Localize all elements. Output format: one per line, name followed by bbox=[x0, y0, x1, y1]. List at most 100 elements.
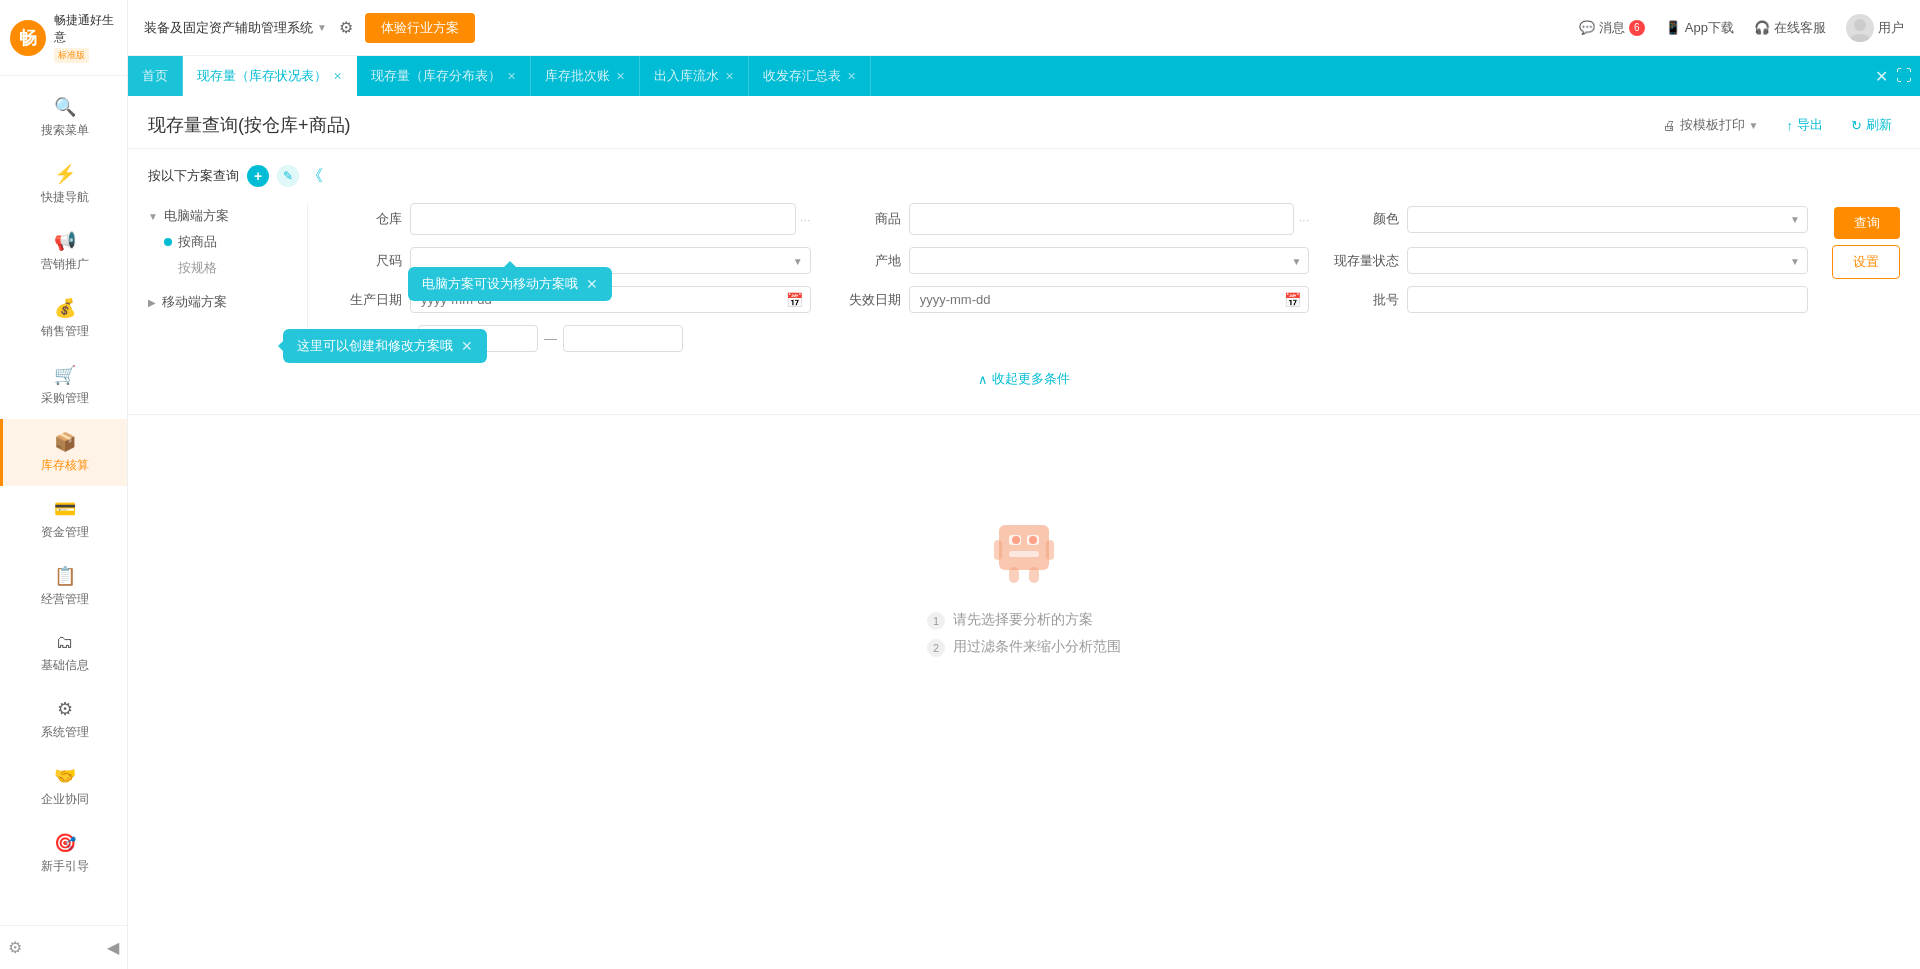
tab-inventory-status[interactable]: 现存量（库存状况表） ✕ bbox=[183, 56, 357, 96]
batch-input[interactable] bbox=[1407, 286, 1808, 313]
finance-icon: 💳 bbox=[54, 498, 76, 520]
scheme-mobile[interactable]: ▶ 移动端方案 bbox=[148, 289, 291, 315]
stock-qty-max-input[interactable] bbox=[563, 325, 683, 352]
origin-select[interactable] bbox=[909, 247, 1310, 274]
filter-back-btn[interactable]: 《 bbox=[307, 166, 323, 187]
sidebar-item-guide[interactable]: 🎯 新手引导 bbox=[0, 820, 127, 887]
warehouse-dots[interactable]: ··· bbox=[800, 212, 811, 227]
tab-inout-flow[interactable]: 出入库流水 ✕ bbox=[640, 56, 749, 96]
filter-edit-btn[interactable]: ✎ bbox=[277, 165, 299, 187]
filter-label: 按以下方案查询 bbox=[148, 167, 239, 185]
tab-home[interactable]: 首页 bbox=[128, 56, 183, 96]
industry-btn[interactable]: 体验行业方案 bbox=[365, 13, 475, 43]
scheme-by-goods-label: 按商品 bbox=[178, 233, 217, 251]
tab-close-all-btn[interactable]: ✕ bbox=[1875, 67, 1888, 86]
expire-date-input[interactable] bbox=[909, 286, 1310, 313]
scheme-by-goods[interactable]: 按商品 bbox=[164, 229, 291, 255]
sidebar-item-operation[interactable]: 📋 经营管理 bbox=[0, 553, 127, 620]
tab-collect-summary-label: 收发存汇总表 bbox=[763, 67, 841, 85]
search-btn-group: 查询 设置 bbox=[1832, 203, 1900, 360]
empty-steps-list: 1 请先选择要分析的方案 2 用过滤条件来缩小分析范围 bbox=[927, 611, 1121, 665]
stock-status-select[interactable] bbox=[1407, 247, 1808, 274]
scheme-mobile-label: 移动端方案 bbox=[162, 293, 227, 311]
goods-input[interactable] bbox=[909, 203, 1295, 235]
sidebar-item-search-label: 搜索菜单 bbox=[41, 122, 89, 139]
main-content: 现存量查询(按仓库+商品) 🖨 按模板打印 ▼ ↑ 导出 ↻ 刷新 bbox=[128, 96, 1920, 969]
tab-inventory-status-close[interactable]: ✕ bbox=[333, 70, 342, 83]
export-btn[interactable]: ↑ 导出 bbox=[1779, 112, 1832, 138]
svg-point-10 bbox=[1012, 536, 1020, 544]
header-left: 装备及固定资产辅助管理系统 ▼ ⚙ 体验行业方案 bbox=[144, 13, 475, 43]
produce-date-calendar-icon[interactable]: 📅 bbox=[786, 292, 803, 308]
sidebar-item-guide-label: 新手引导 bbox=[41, 858, 89, 875]
tooltip-scheme-mobile-text: 电脑方案可设为移动方案哦 bbox=[422, 275, 578, 293]
tooltip-scheme-mobile-close[interactable]: ✕ bbox=[586, 276, 598, 292]
stock-qty-range: — bbox=[418, 325, 1808, 352]
filter-add-btn[interactable]: + bbox=[247, 165, 269, 187]
filter-warehouse: 仓库 ··· bbox=[332, 203, 811, 235]
filter-expire-date: 失效日期 📅 bbox=[831, 286, 1310, 313]
collapse-bar[interactable]: ∧ 收起更多条件 bbox=[148, 360, 1900, 398]
online-support-label: 在线客服 bbox=[1774, 19, 1826, 37]
color-select[interactable] bbox=[1407, 206, 1808, 233]
filter-section: 按以下方案查询 + ✎ 《 电脑方案可设为移动方案哦 ✕ 这里可以创建和修改方案… bbox=[128, 149, 1920, 415]
tab-collect-summary-close[interactable]: ✕ bbox=[847, 70, 856, 83]
page-actions: 🖨 按模板打印 ▼ ↑ 导出 ↻ 刷新 bbox=[1655, 112, 1900, 138]
sidebar-item-quick-nav[interactable]: ⚡ 快捷导航 bbox=[0, 151, 127, 218]
sidebar-item-purchase[interactable]: 🛒 采购管理 bbox=[0, 352, 127, 419]
goods-dots[interactable]: ··· bbox=[1298, 212, 1309, 227]
sidebar-item-system[interactable]: ⚙ 系统管理 bbox=[0, 686, 127, 753]
print-dropdown-icon: ▼ bbox=[1749, 120, 1759, 131]
sidebar-item-quick-nav-label: 快捷导航 bbox=[41, 189, 89, 206]
scheme-desktop[interactable]: ▼ 电脑端方案 bbox=[148, 203, 291, 229]
sidebar-item-enterprise[interactable]: 🤝 企业协同 bbox=[0, 753, 127, 820]
search-btn[interactable]: 查询 bbox=[1834, 207, 1900, 239]
reset-btn[interactable]: 设置 bbox=[1832, 245, 1900, 279]
tab-collect-summary[interactable]: 收发存汇总表 ✕ bbox=[749, 56, 871, 96]
marketing-icon: 📢 bbox=[54, 230, 76, 252]
tooltip-scheme-create-close[interactable]: ✕ bbox=[461, 338, 473, 354]
sidebar-settings-btn[interactable]: ⚙ bbox=[8, 938, 22, 957]
sidebar-item-search[interactable]: 🔍 搜索菜单 bbox=[0, 84, 127, 151]
logo-icon: 畅 bbox=[10, 20, 46, 56]
batch-label: 批号 bbox=[1329, 291, 1399, 309]
sidebar-item-purchase-label: 采购管理 bbox=[41, 390, 89, 407]
empty-illustration bbox=[974, 495, 1074, 595]
scheme-by-spec-label: 按规格 bbox=[164, 259, 217, 277]
sidebar-item-finance-label: 资金管理 bbox=[41, 524, 89, 541]
tab-inventory-dist-close[interactable]: ✕ bbox=[507, 70, 516, 83]
tab-batch-account[interactable]: 库存批次账 ✕ bbox=[531, 56, 640, 96]
tab-inout-flow-close[interactable]: ✕ bbox=[725, 70, 734, 83]
tooltip-scheme-create: 这里可以创建和修改方案哦 ✕ bbox=[283, 329, 487, 363]
messages-action[interactable]: 💬 消息 6 bbox=[1579, 19, 1645, 37]
inventory-icon: 📦 bbox=[54, 431, 76, 453]
stock-status-label: 现存量状态 bbox=[1329, 252, 1399, 270]
system-name-select[interactable]: 装备及固定资产辅助管理系统 ▼ bbox=[144, 19, 327, 37]
header-gear-icon[interactable]: ⚙ bbox=[339, 18, 353, 37]
expire-date-calendar-icon[interactable]: 📅 bbox=[1284, 292, 1301, 308]
print-btn[interactable]: 🖨 按模板打印 ▼ bbox=[1655, 112, 1767, 138]
sidebar-item-system-label: 系统管理 bbox=[41, 724, 89, 741]
warehouse-input[interactable] bbox=[410, 203, 796, 235]
sidebar-collapse-btn[interactable]: ◀ bbox=[107, 938, 119, 957]
svg-point-11 bbox=[1029, 536, 1037, 544]
sidebar-item-sales[interactable]: 💰 销售管理 bbox=[0, 285, 127, 352]
scheme-by-spec[interactable]: 按规格 bbox=[164, 255, 291, 281]
online-support-action[interactable]: 🎧 在线客服 bbox=[1754, 19, 1826, 37]
app-download-action[interactable]: 📱 App下载 bbox=[1665, 19, 1734, 37]
tab-inout-flow-label: 出入库流水 bbox=[654, 67, 719, 85]
sidebar-item-marketing[interactable]: 📢 营销推广 bbox=[0, 218, 127, 285]
operation-icon: 📋 bbox=[54, 565, 76, 587]
scheme-desktop-label: 电脑端方案 bbox=[164, 207, 229, 225]
tab-inventory-dist-label: 现存量（库存分布表） bbox=[371, 67, 501, 85]
tab-inventory-dist[interactable]: 现存量（库存分布表） ✕ bbox=[357, 56, 531, 96]
sidebar-item-basic[interactable]: 🗂 基础信息 bbox=[0, 620, 127, 686]
message-badge: 6 bbox=[1629, 20, 1645, 36]
sidebar-item-finance[interactable]: 💳 资金管理 bbox=[0, 486, 127, 553]
produce-date-label: 生产日期 bbox=[332, 291, 402, 309]
tab-batch-account-close[interactable]: ✕ bbox=[616, 70, 625, 83]
refresh-btn[interactable]: ↻ 刷新 bbox=[1843, 112, 1900, 138]
user-action[interactable]: 用户 bbox=[1846, 14, 1904, 42]
sidebar-item-inventory[interactable]: 📦 库存核算 bbox=[0, 419, 127, 486]
tab-maximize-btn[interactable]: ⛶ bbox=[1896, 67, 1912, 85]
